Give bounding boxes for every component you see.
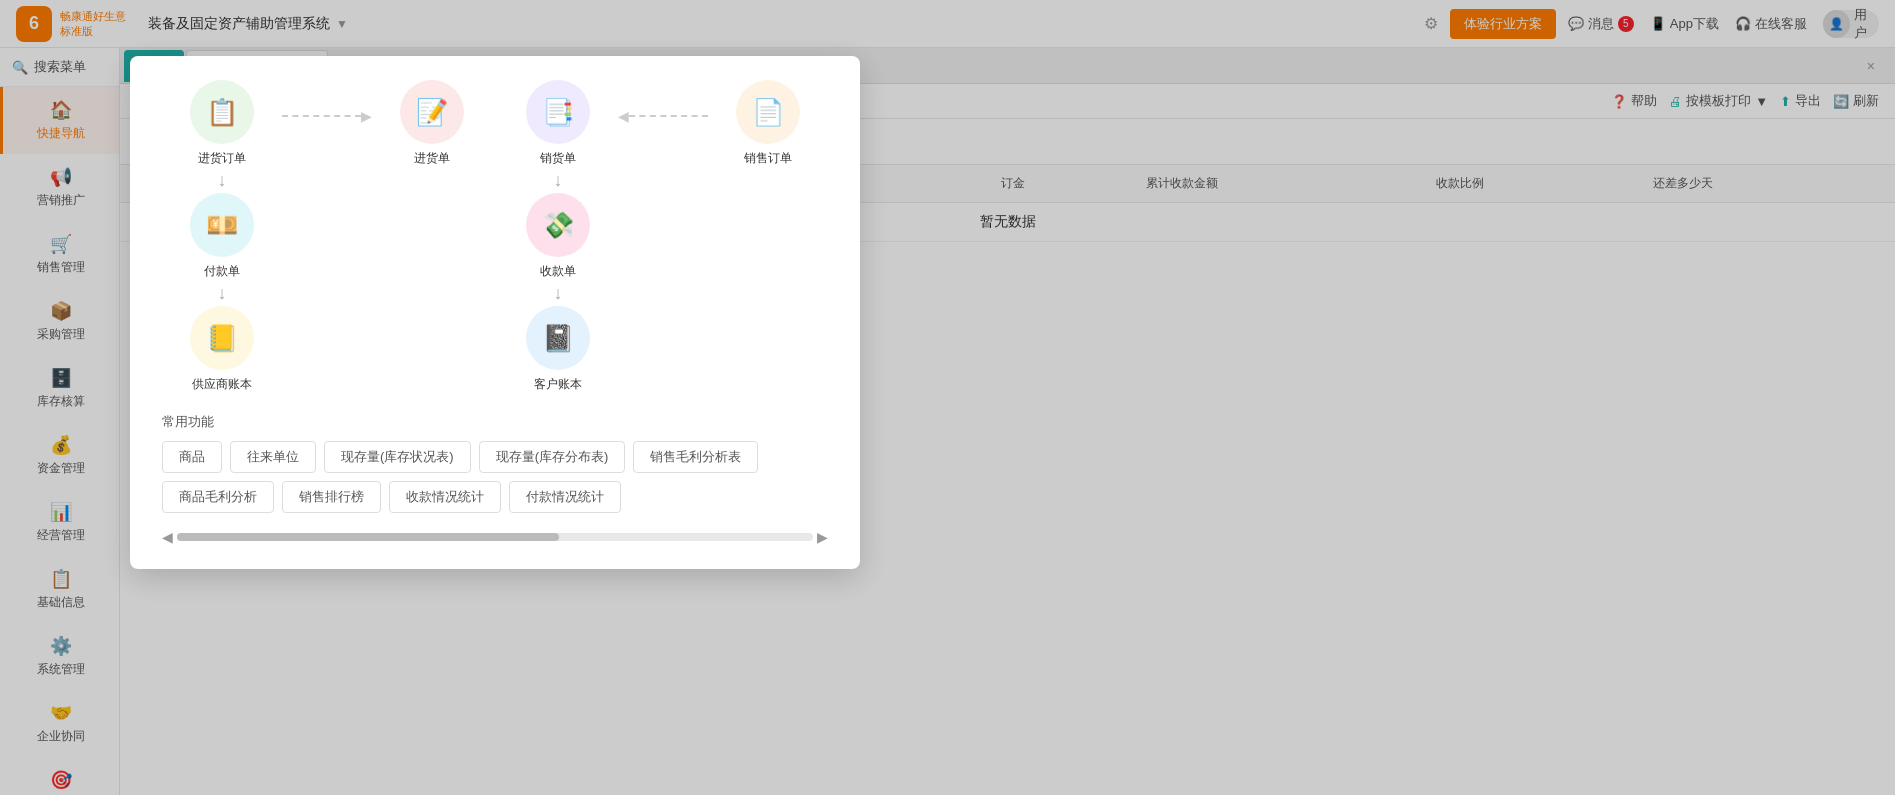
purchase-order-label: 进货订单 [198,150,246,167]
purchase-bill-label: 进货单 [414,150,450,167]
modal-scrollbar: ◀ ▶ [162,529,828,545]
common-btn-商品[interactable]: 商品 [162,441,222,473]
flow-sales-bill[interactable]: 📑 销货单 [498,80,618,167]
flow-sales-order[interactable]: 📄 销售订单 [708,80,828,167]
arrow-down-1: ↓ [162,171,282,189]
flow-purchase-order[interactable]: 📋 进货订单 [162,80,282,167]
supplier-account-icon: 📒 [190,306,254,370]
common-btn-销售毛利分析表[interactable]: 销售毛利分析表 [633,441,758,473]
scrollbar-thumb[interactable] [177,533,559,541]
receipt-bill-label: 收款单 [540,263,576,280]
scrollbar-track [177,533,813,541]
modal-overlay[interactable]: 📋 进货订单 ↓ 💴 付款单 ↓ 📒 供应商账本 [0,0,1895,795]
arrow-down-4: ↓ [498,284,618,302]
quick-nav-modal: 📋 进货订单 ↓ 💴 付款单 ↓ 📒 供应商账本 [130,56,860,569]
common-functions-section: 常用功能 商品往来单位现存量(库存状况表)现存量(库存分布表)销售毛利分析表商品… [162,413,828,513]
flow-receipt-bill[interactable]: 💸 收款单 [498,193,618,280]
customer-account-label: 客户账本 [534,376,582,393]
flow-diagram: 📋 进货订单 ↓ 💴 付款单 ↓ 📒 供应商账本 [162,80,828,393]
common-functions-title: 常用功能 [162,413,828,431]
common-btn-收款情况统计[interactable]: 收款情况统计 [389,481,501,513]
sales-order-icon: 📄 [736,80,800,144]
sales-order-label: 销售订单 [744,150,792,167]
scroll-right-icon[interactable]: ▶ [817,529,828,545]
payment-bill-icon: 💴 [190,193,254,257]
arrow-down-3: ↓ [162,284,282,302]
common-buttons: 商品往来单位现存量(库存状况表)现存量(库存分布表)销售毛利分析表商品毛利分析销… [162,441,828,513]
flow-purchase-bill[interactable]: 📝 进货单 [372,80,492,167]
common-btn-现存量(库存分布表)[interactable]: 现存量(库存分布表) [479,441,626,473]
common-btn-商品毛利分析[interactable]: 商品毛利分析 [162,481,274,513]
common-btn-往来单位[interactable]: 往来单位 [230,441,316,473]
flow-customer-account[interactable]: 📓 客户账本 [498,306,618,393]
common-btn-付款情况统计[interactable]: 付款情况统计 [509,481,621,513]
flow-supplier-account[interactable]: 📒 供应商账本 [162,306,282,393]
supplier-account-label: 供应商账本 [192,376,252,393]
scroll-left-icon[interactable]: ◀ [162,529,173,545]
purchase-order-icon: 📋 [190,80,254,144]
purchase-bill-icon: 📝 [400,80,464,144]
sales-bill-icon: 📑 [526,80,590,144]
common-btn-销售排行榜[interactable]: 销售排行榜 [282,481,381,513]
sales-bill-label: 销货单 [540,150,576,167]
arrow-down-2: ↓ [498,171,618,189]
common-btn-现存量(库存状况表)[interactable]: 现存量(库存状况表) [324,441,471,473]
flow-payment-bill[interactable]: 💴 付款单 [162,193,282,280]
payment-bill-label: 付款单 [204,263,240,280]
customer-account-icon: 📓 [526,306,590,370]
receipt-bill-icon: 💸 [526,193,590,257]
